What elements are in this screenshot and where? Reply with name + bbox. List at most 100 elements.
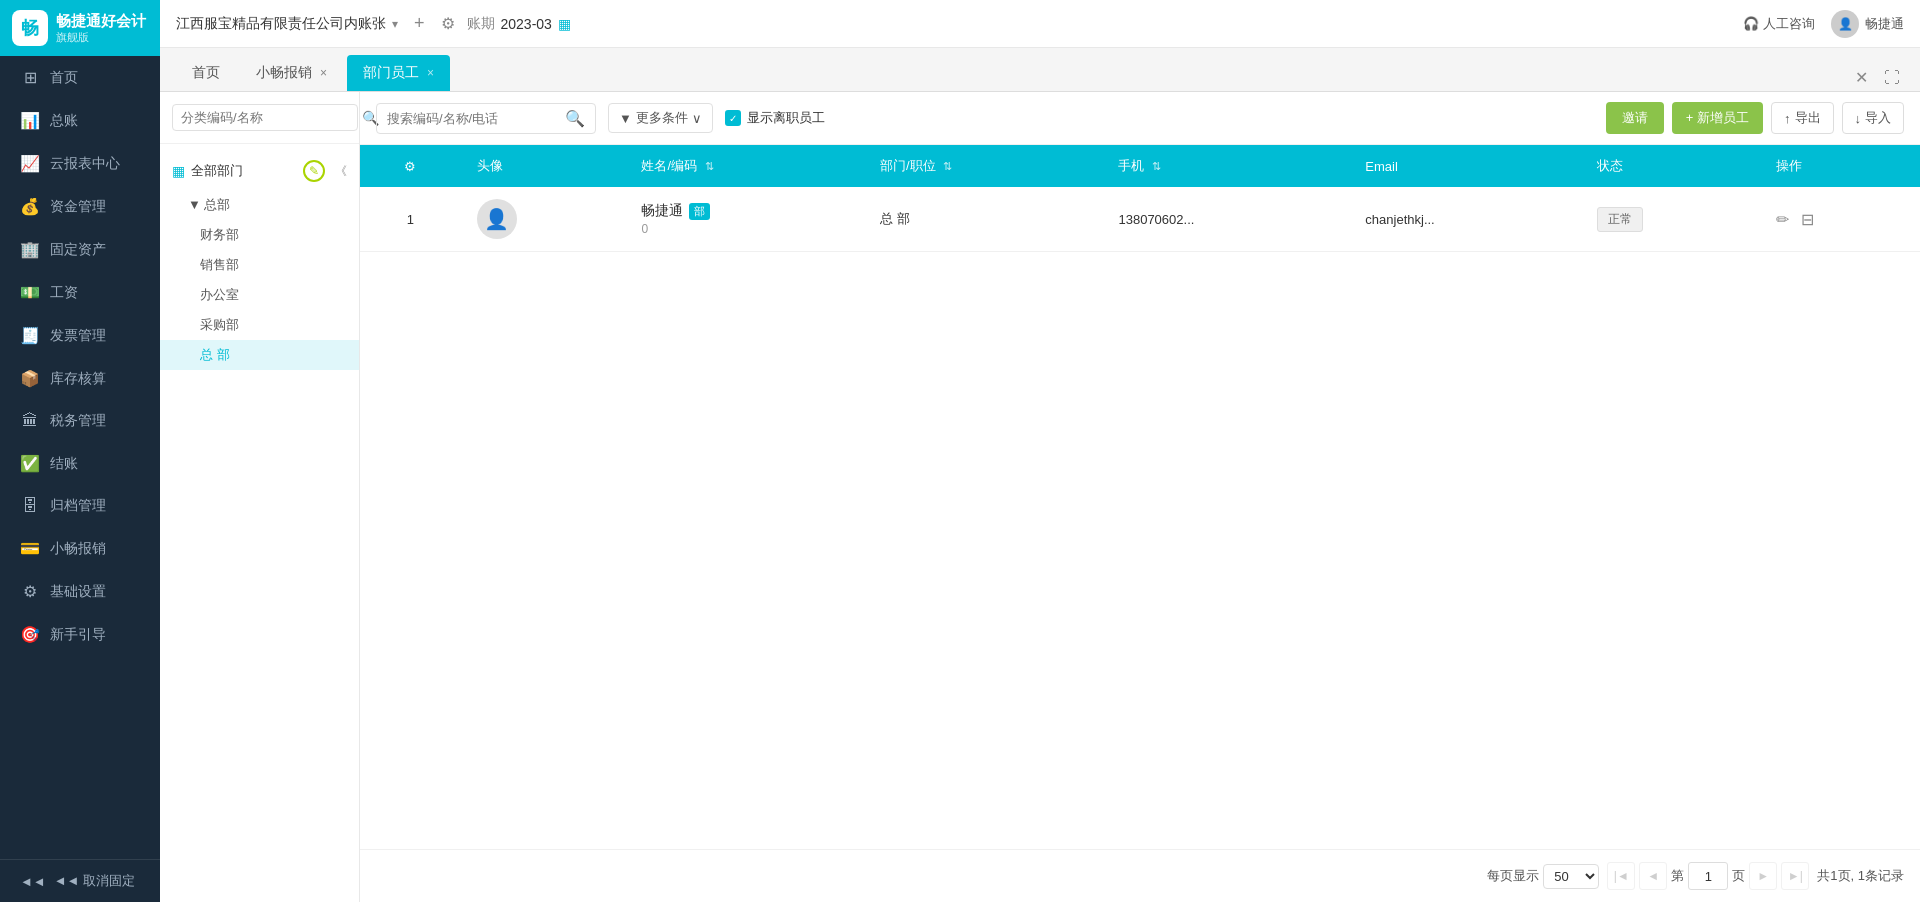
dept-node-procurement[interactable]: 采购部 [160,310,359,340]
sidebar-label-5: 工资 [50,284,78,302]
sidebar-item-0[interactable]: ⊞首页 [0,56,160,99]
calendar-icon[interactable]: ▦ [558,16,571,32]
logout-icon[interactable]: ⊟ [1801,210,1814,229]
dept-edit-button[interactable]: ✎ [303,160,325,182]
period-selector[interactable]: 账期 2023-03 ▦ [467,15,571,33]
sidebar-item-3[interactable]: 💰资金管理 [0,185,160,228]
prev-page-button[interactable]: ◄ [1639,862,1667,890]
all-dept-header[interactable]: ▦ 全部部门 ✎ 《 [160,152,359,190]
employee-name: 畅捷通 [641,202,683,220]
sidebar-item-10[interactable]: 🗄 归档管理 [0,485,160,527]
show-resigned-label: 显示离职员工 [747,109,825,127]
dept-search-input[interactable] [172,104,358,131]
tab-expense-close[interactable]: × [320,66,327,80]
sidebar-logo[interactable]: 畅 畅捷通好会计 旗舰版 [0,0,160,56]
add-employee-button[interactable]: + 新增员工 [1672,102,1763,134]
import-button[interactable]: ↓ 导入 [1842,102,1905,134]
tab-expense-label: 小畅报销 [256,64,312,82]
page-number-input[interactable] [1688,862,1728,890]
col-name[interactable]: 姓名/编码 ⇅ [625,145,864,187]
export-button[interactable]: ↑ 导出 [1771,102,1834,134]
employee-search-input[interactable] [387,111,559,126]
sidebar-label-2: 云报表中心 [50,155,120,173]
settings-button[interactable]: ⚙ [441,14,455,33]
invite-button[interactable]: 邀请 [1606,102,1664,134]
sidebar-item-1[interactable]: 📊总账 [0,99,160,142]
sidebar-icon-6: 🧾 [20,326,40,345]
sidebar-item-2[interactable]: 📈云报表中心 [0,142,160,185]
employee-search-box[interactable]: 🔍 [376,103,596,134]
dept-node-finance[interactable]: 财务部 [160,220,359,250]
close-tab-action[interactable]: ✕ [1851,64,1872,91]
sidebar-item-13[interactable]: 🎯新手引导 [0,613,160,656]
sidebar-icon-1: 📊 [20,111,40,130]
expand-tab-action[interactable]: ⛶ [1880,65,1904,91]
sidebar-label-0: 首页 [50,69,78,87]
sidebar-nav: ⊞首页📊总账📈云报表中心💰资金管理🏢固定资产 💵 工资 🧾发票管理📦库存核算🏛税务管理… [0,56,160,859]
show-resigned-checkbox[interactable]: 显示离职员工 [725,109,825,127]
col-dept[interactable]: 部门/职位 ⇅ [864,145,1103,187]
company-selector[interactable]: 江西服宝精品有限责任公司内账张 ▾ [176,15,398,33]
cell-name: 畅捷通 部 0 [625,187,864,252]
content-area: 🔍 ▦ 全部部门 ✎ 《 ▼ 总部 财务部 销售部 办公室 采购部 总 部 [160,92,1920,902]
sidebar-item-6[interactable]: 🧾发票管理 [0,314,160,357]
employee-table: ⚙ 头像 姓名/编码 ⇅ 部门/职位 ⇅ 手机 [360,145,1920,252]
col-phone[interactable]: 手机 ⇅ [1102,145,1349,187]
total-records: 共1页, 1条记录 [1817,867,1904,885]
dept-collapse-button[interactable]: 《 [335,163,347,180]
next-page-button[interactable]: ► [1749,862,1777,890]
sidebar-footer-pin[interactable]: ◄◄ ◄◄ 取消固定 [0,859,160,902]
sidebar-item-11[interactable]: 💳小畅报销 [0,527,160,570]
sidebar-label-8: 税务管理 [50,412,106,430]
first-page-button[interactable]: |◄ [1607,862,1635,890]
last-page-button[interactable]: ►| [1781,862,1809,890]
dept-node-sales[interactable]: 销售部 [160,250,359,280]
col-status: 状态 [1581,145,1759,187]
period-value: 2023-03 [501,16,552,32]
sidebar-item-9[interactable]: ✅结账 [0,442,160,485]
col-actions: 操作 [1760,145,1920,187]
tab-employees-close[interactable]: × [427,66,434,80]
sidebar-icon-10: 🗄 [20,497,40,515]
logo-text-block: 畅捷通好会计 旗舰版 [56,12,146,45]
dept-search-box: 🔍 [160,92,359,144]
company-dropdown-icon[interactable]: ▾ [392,17,398,31]
tab-home[interactable]: 首页 [176,55,236,91]
user-name: 畅捷通 [1865,15,1904,33]
col-email: Email [1349,145,1581,187]
sidebar: 畅 畅捷通好会计 旗舰版 ⊞首页📊总账📈云报表中心💰资金管理🏢固定资产 💵 工资 🧾发… [0,0,160,902]
sidebar-icon-11: 💳 [20,539,40,558]
page-size-selector[interactable]: 每页显示 50 10 20 100 [1487,864,1599,889]
dept-node-office[interactable]: 办公室 [160,280,359,310]
sidebar-icon-5: 💵 [20,283,40,302]
per-page-select[interactable]: 50 10 20 100 [1543,864,1599,889]
dept-tree: ▦ 全部部门 ✎ 《 ▼ 总部 财务部 销售部 办公室 采购部 总 部 [160,144,359,902]
sidebar-item-12[interactable]: ⚙基础设置 [0,570,160,613]
sidebar-item-5[interactable]: 💵 工资 [0,271,160,314]
dept-node-headquarters[interactable]: ▼ 总部 [160,190,359,220]
filter-button[interactable]: ▼ 更多条件 ∨ [608,103,713,133]
cell-avatar: 👤 [461,187,626,252]
avatar-placeholder: 👤 [477,199,517,239]
show-resigned-check[interactable] [725,110,741,126]
tab-employees[interactable]: 部门员工 × [347,55,450,91]
sidebar-label-3: 资金管理 [50,198,106,216]
page-input: 第 页 [1671,862,1745,890]
pagination: 每页显示 50 10 20 100 |◄ ◄ 第 页 [360,849,1920,902]
topbar: 江西服宝精品有限责任公司内账张 ▾ + ⚙ 账期 2023-03 ▦ 🎧 人工咨… [160,0,1920,48]
sidebar-label-10: 归档管理 [50,497,106,515]
add-account-button[interactable]: + [410,13,429,34]
sidebar-item-7[interactable]: 📦库存核算 [0,357,160,400]
tab-expense[interactable]: 小畅报销 × [240,55,343,91]
dept-node-general[interactable]: 总 部 [160,340,359,370]
service-label: 人工咨询 [1763,15,1815,33]
tabbar: 首页 小畅报销 × 部门员工 × ✕ ⛶ [160,48,1920,92]
employee-search-icon[interactable]: 🔍 [565,109,585,128]
sidebar-item-4[interactable]: 🏢固定资产 [0,228,160,271]
edit-icon[interactable]: ✏ [1776,210,1789,229]
service-button[interactable]: 🎧 人工咨询 [1743,15,1815,33]
sidebar-item-8[interactable]: 🏛税务管理 [0,400,160,442]
user-menu[interactable]: 👤 畅捷通 [1831,10,1904,38]
left-panel: 🔍 ▦ 全部部门 ✎ 《 ▼ 总部 财务部 销售部 办公室 采购部 总 部 [160,92,360,902]
col-settings[interactable]: ⚙ [360,145,461,187]
